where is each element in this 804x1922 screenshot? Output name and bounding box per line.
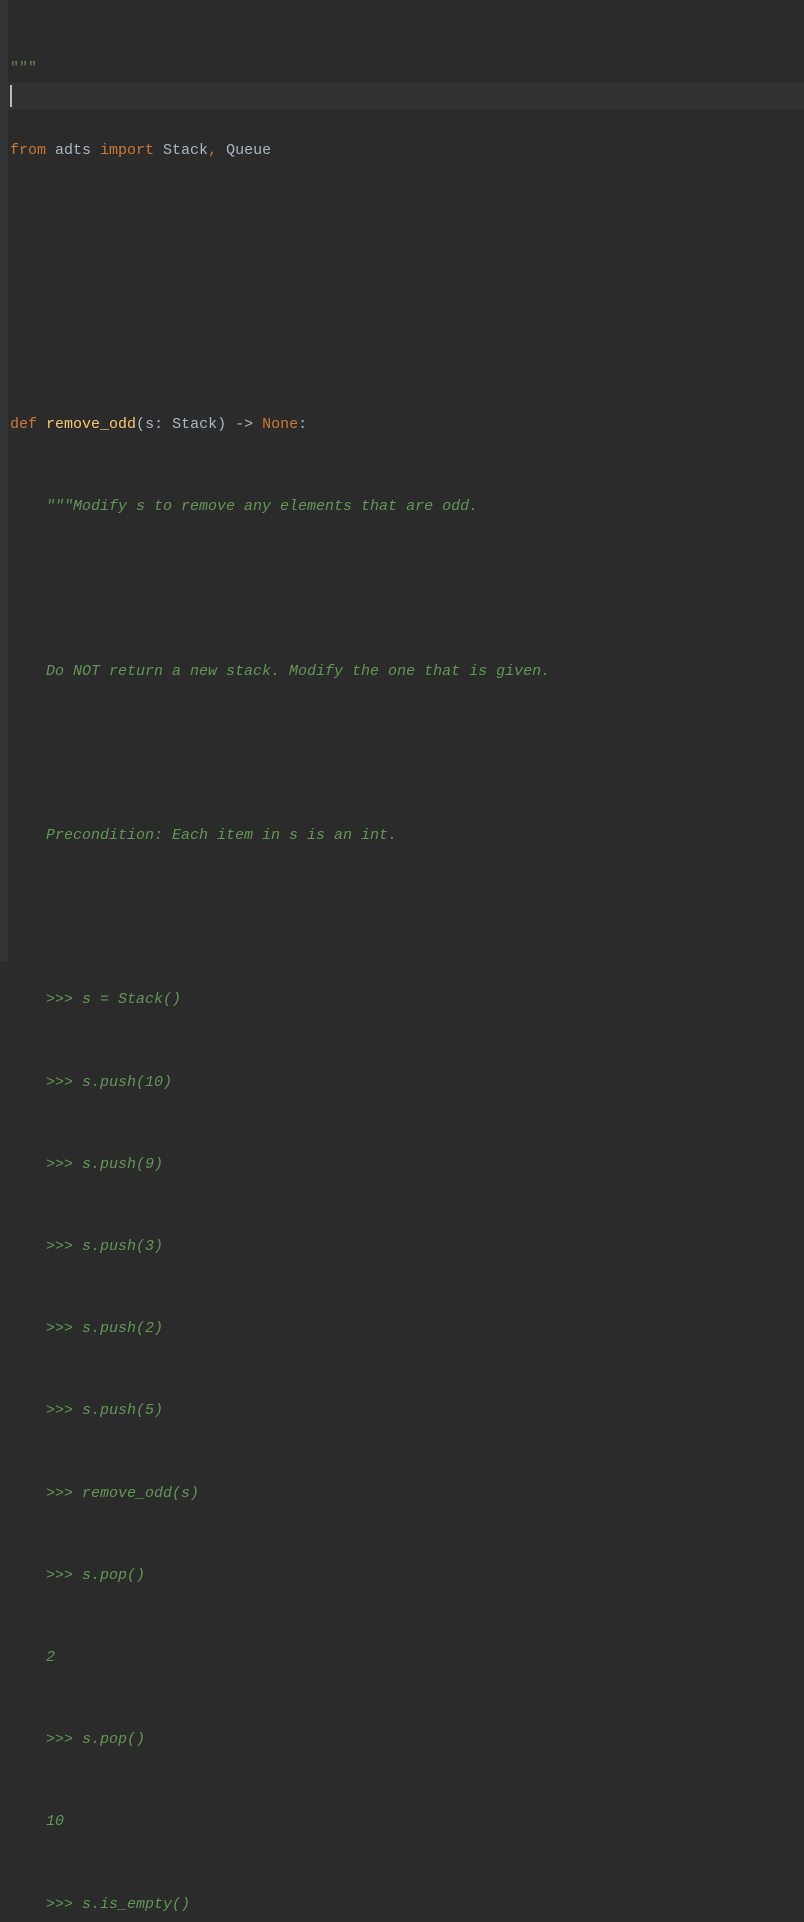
docstring: >>> s.push(10) — [10, 1069, 172, 1096]
docstring: >>> s.push(5) — [10, 1397, 163, 1424]
code-line[interactable]: from adts import Stack, Queue — [10, 137, 804, 164]
code-line[interactable]: >>> s.push(10) — [10, 1069, 804, 1096]
code-line[interactable]: """Modify s to remove any elements that … — [10, 493, 804, 520]
docstring: Precondition: Each item in s is an int. — [10, 822, 397, 849]
docstring: >>> s.pop() — [10, 1726, 145, 1753]
code-line[interactable]: >>> s.push(2) — [10, 1315, 804, 1342]
code-line-blank[interactable] — [10, 219, 804, 246]
docstring: >>> s.push(2) — [10, 1315, 163, 1342]
arrow: ) -> — [217, 411, 262, 438]
paren-open: ( — [136, 411, 145, 438]
code-line-blank[interactable] — [10, 740, 804, 767]
code-line[interactable]: >>> s = Stack() — [10, 986, 804, 1013]
code-editor[interactable]: """ from adts import Stack, Queue def re… — [0, 0, 804, 1922]
docstring: Do NOT return a new stack. Modify the on… — [10, 658, 550, 685]
parameter: s: Stack — [145, 411, 217, 438]
code-line[interactable]: >>> s.pop() — [10, 1562, 804, 1589]
import-name: Stack — [154, 137, 208, 164]
code-line[interactable]: def remove_odd(s: Stack) -> None: — [10, 411, 804, 438]
code-line[interactable]: Precondition: Each item in s is an int. — [10, 822, 804, 849]
code-line[interactable]: >>> s.push(3) — [10, 1233, 804, 1260]
code-line[interactable]: """ — [10, 55, 804, 82]
text-cursor — [10, 85, 12, 107]
keyword-from: from — [10, 137, 46, 164]
docstring: """Modify s to remove any elements that … — [10, 493, 478, 520]
code-line[interactable]: >>> s.push(9) — [10, 1151, 804, 1178]
docstring: >>> s.push(3) — [10, 1233, 163, 1260]
comma: , — [208, 137, 217, 164]
none-type: None — [262, 411, 298, 438]
code-line-blank[interactable] — [10, 575, 804, 602]
code-line[interactable]: >>> s.is_empty() — [10, 1891, 804, 1918]
code-line[interactable]: Do NOT return a new stack. Modify the on… — [10, 658, 804, 685]
colon: : — [298, 411, 307, 438]
keyword-def: def — [10, 411, 37, 438]
current-line[interactable] — [8, 82, 804, 109]
space — [37, 411, 46, 438]
docstring: 10 — [10, 1808, 64, 1835]
docstring-close: """ — [10, 55, 37, 82]
docstring: >>> s = Stack() — [10, 986, 181, 1013]
code-line-blank[interactable] — [10, 904, 804, 931]
code-line[interactable]: >>> remove_odd(s) — [10, 1480, 804, 1507]
docstring: >>> remove_odd(s) — [10, 1480, 199, 1507]
function-name: remove_odd — [46, 411, 136, 438]
module-name: adts — [46, 137, 100, 164]
docstring: >>> s.is_empty() — [10, 1891, 190, 1918]
code-line-blank[interactable] — [10, 329, 804, 356]
keyword-import: import — [100, 137, 154, 164]
code-line[interactable]: 2 — [10, 1644, 804, 1671]
code-line[interactable]: 10 — [10, 1808, 804, 1835]
code-line[interactable]: >>> s.pop() — [10, 1726, 804, 1753]
docstring: 2 — [10, 1644, 55, 1671]
code-line[interactable]: >>> s.push(5) — [10, 1397, 804, 1424]
docstring: >>> s.pop() — [10, 1562, 145, 1589]
docstring: >>> s.push(9) — [10, 1151, 163, 1178]
import-name: Queue — [217, 137, 271, 164]
